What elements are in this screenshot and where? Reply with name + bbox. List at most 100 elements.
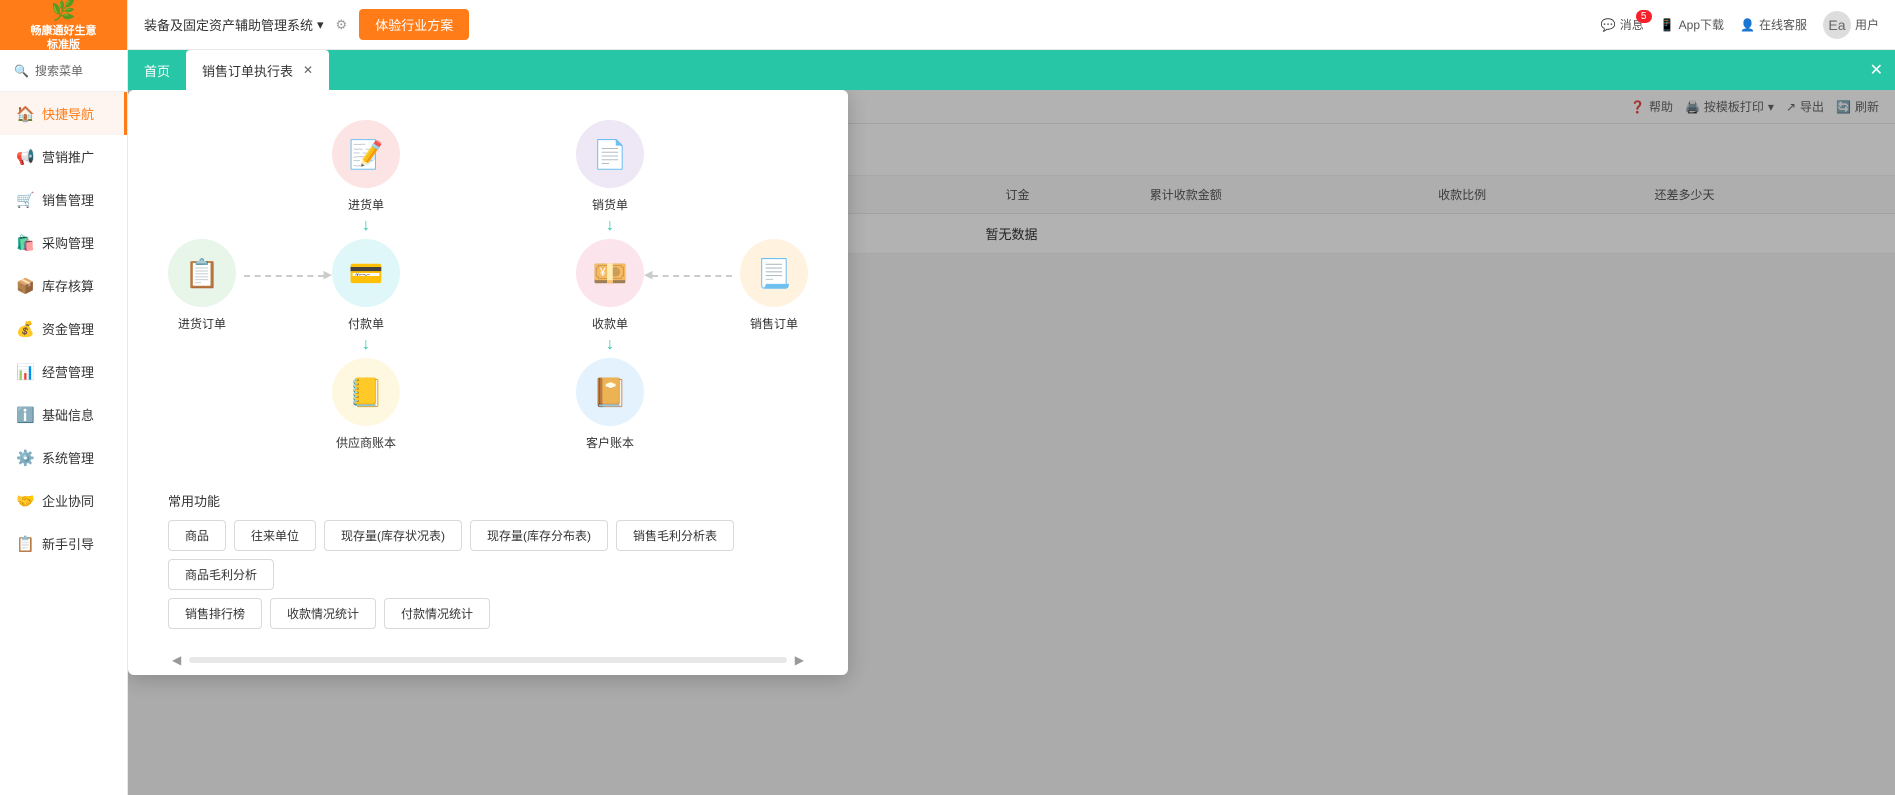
receipt-icon: 💴 (593, 257, 628, 290)
sidebar-item-quick-nav[interactable]: 🏠 快捷导航 (0, 92, 127, 135)
sidebar-item-system[interactable]: ⚙️ 系统管理 (0, 436, 127, 479)
sales-order-circle: 📃 (740, 239, 808, 307)
message-btn[interactable]: 💬 消息 5 (1601, 16, 1644, 33)
tab-sales-exec[interactable]: 销售订单执行表 ✕ (186, 50, 329, 90)
sidebar: 🌿 畅康通好生意 标准版 🔍 搜索菜单 🏠 快捷导航 📢 营销推广 🛒 销售管理… (0, 0, 128, 795)
sidebar-item-inventory[interactable]: 📦 库存核算 (0, 264, 127, 307)
search-menu-btn[interactable]: 🔍 搜索菜单 (8, 58, 119, 83)
common-btns-row2: 销售排行榜 收款情况统计 付款情况统计 (168, 598, 808, 629)
app-logo: 🌿 畅康通好生意 标准版 (0, 0, 127, 50)
supplier-ledger-circle: 📒 (332, 358, 400, 426)
arrow-1 (236, 275, 332, 277)
purchase-bill-label: 进货单 (348, 196, 384, 213)
sidebar-item-label: 经营管理 (42, 362, 94, 381)
search-icon: 🔍 (14, 64, 29, 78)
flow-node-purchase-order[interactable]: 📋 进货订单 (168, 239, 236, 332)
app-download-label: App下载 (1679, 16, 1724, 33)
modal-overlay[interactable]: 📋 进货订单 (128, 90, 1895, 795)
sales-bill-label: 销货单 (592, 196, 628, 213)
btn-receipt-stats[interactable]: 收款情况统计 (270, 598, 376, 629)
main-content: 装备及固定资产辅助管理系统 ▾ ⚙ 体验行业方案 💬 消息 5 📱 App下载 … (128, 0, 1895, 795)
supplier-ledger-icon: 📒 (349, 376, 384, 409)
download-icon: 📱 (1660, 18, 1675, 32)
btn-product[interactable]: 商品 (168, 520, 226, 551)
topbar: 装备及固定资产辅助管理系统 ▾ ⚙ 体验行业方案 💬 消息 5 📱 App下载 … (128, 0, 1895, 50)
sidebar-item-sales[interactable]: 🛒 销售管理 (0, 178, 127, 221)
settings-icon[interactable]: ⚙ (336, 17, 348, 33)
online-service-btn[interactable]: 👤 在线客服 (1740, 16, 1807, 33)
sales-bill-icon: 📄 (593, 138, 628, 171)
sidebar-menu: 🏠 快捷导航 📢 营销推广 🛒 销售管理 🛍️ 采购管理 📦 库存核算 💰 资金… (0, 92, 127, 795)
receipt-circle: 💴 (576, 239, 644, 307)
btn-product-margin[interactable]: 商品毛利分析 (168, 559, 274, 590)
system-title-dropdown[interactable]: 装备及固定资产辅助管理系统 ▾ (144, 15, 324, 34)
quick-nav-icon: 🏠 (16, 105, 34, 123)
user-menu-btn[interactable]: Ea 用户 (1823, 11, 1879, 39)
scroll-right-btn[interactable]: ▶ (791, 653, 808, 667)
logo-icon: 🌿 (51, 0, 76, 23)
sales-order-icon: 📃 (757, 257, 792, 290)
flow-node-receipt[interactable]: 💴 收款单 (576, 239, 644, 332)
dashed-arrow-2 (652, 275, 732, 277)
scroll-left-btn[interactable]: ◀ (168, 653, 185, 667)
sidebar-item-marketing[interactable]: 📢 营销推广 (0, 135, 127, 178)
sidebar-item-label: 资金管理 (42, 319, 94, 338)
btn-stock-dist[interactable]: 现存量(库存分布表) (470, 520, 608, 551)
flow-node-supplier-ledger[interactable]: 📒 供应商账本 (332, 358, 400, 451)
purchase-icon: 🛍️ (16, 234, 34, 252)
tab-sales-exec-label: 销售订单执行表 (202, 61, 293, 80)
sidebar-search-area[interactable]: 🔍 搜索菜单 (0, 50, 127, 92)
btn-stock-status[interactable]: 现存量(库存状况表) (324, 520, 462, 551)
btn-partners[interactable]: 往来单位 (234, 520, 316, 551)
flow-node-sales-bill[interactable]: 📄 销货单 (576, 120, 644, 213)
sidebar-item-label: 快捷导航 (42, 104, 94, 123)
system-icon: ⚙️ (16, 449, 34, 467)
close-all-tabs-btn[interactable]: ✕ (1870, 60, 1883, 80)
sales-order-label: 销售订单 (750, 315, 798, 332)
payment-label: 付款单 (348, 315, 384, 332)
payment-circle: 💳 (332, 239, 400, 307)
flow-node-sales-order[interactable]: 📃 销售订单 (740, 239, 808, 332)
vert-arrow-customer: ↓ (606, 336, 614, 354)
purchase-bill-icon: 📝 (349, 138, 384, 171)
modal-scrollbar: ◀ ▶ (128, 653, 848, 675)
flow-diagram-section: 📋 进货订单 (128, 90, 848, 491)
sidebar-item-finance[interactable]: 💰 资金管理 (0, 307, 127, 350)
tab-close-icon[interactable]: ✕ (303, 63, 313, 77)
sidebar-item-basic-info[interactable]: ℹ️ 基础信息 (0, 393, 127, 436)
flow-node-purchase-bill[interactable]: 📝 进货单 (332, 120, 400, 213)
payment-icon: 💳 (349, 257, 384, 290)
system-title: 装备及固定资产辅助管理系统 (144, 15, 313, 34)
sidebar-item-label: 营销推广 (42, 147, 94, 166)
tab-home[interactable]: 首页 (128, 50, 186, 90)
btn-payment-stats[interactable]: 付款情况统计 (384, 598, 490, 629)
sidebar-item-purchase[interactable]: 🛍️ 采购管理 (0, 221, 127, 264)
operations-icon: 📊 (16, 363, 34, 381)
flow-node-customer-ledger[interactable]: 📔 客户账本 (576, 358, 644, 451)
sidebar-item-operations[interactable]: 📊 经营管理 (0, 350, 127, 393)
flow-row-1: 📋 进货订单 (168, 120, 808, 451)
app-download-btn[interactable]: 📱 App下载 (1660, 16, 1724, 33)
experience-btn[interactable]: 体验行业方案 (359, 9, 469, 40)
flow-col-sales-bill: 📄 销货单 ↓ 💴 收款单 ↓ (576, 120, 644, 451)
sidebar-item-guide[interactable]: 📋 新手引导 (0, 522, 127, 565)
sidebar-item-enterprise[interactable]: 🤝 企业协同 (0, 479, 127, 522)
page-content: ❓ 帮助 🖨️ 按模板打印 ▾ ↗ 导出 🔄 刷新 📅 (128, 90, 1895, 795)
inventory-icon: 📦 (16, 277, 34, 295)
btn-sales-margin[interactable]: 销售毛利分析表 (616, 520, 734, 551)
common-btns-row1: 商品 往来单位 现存量(库存状况表) 现存量(库存分布表) 销售毛利分析表 商品… (168, 520, 808, 590)
message-icon: 💬 (1601, 18, 1616, 32)
purchase-order-circle: 📋 (168, 239, 236, 307)
flow-col-sales-order: 📃 销售订单 (740, 239, 808, 332)
enterprise-icon: 🤝 (16, 492, 34, 510)
flow-col-purchase-order: 📋 进货订单 (168, 239, 236, 332)
sales-bill-circle: 📄 (576, 120, 644, 188)
scroll-track[interactable] (189, 657, 787, 663)
arrow-2 (644, 275, 740, 277)
finance-icon: 💰 (16, 320, 34, 338)
avatar: Ea (1823, 11, 1851, 39)
tabs-bar: 首页 销售订单执行表 ✕ ✕ (128, 50, 1895, 90)
purchase-order-icon: 📋 (185, 257, 220, 290)
flow-node-payment[interactable]: 💳 付款单 (332, 239, 400, 332)
btn-sales-ranking[interactable]: 销售排行榜 (168, 598, 262, 629)
